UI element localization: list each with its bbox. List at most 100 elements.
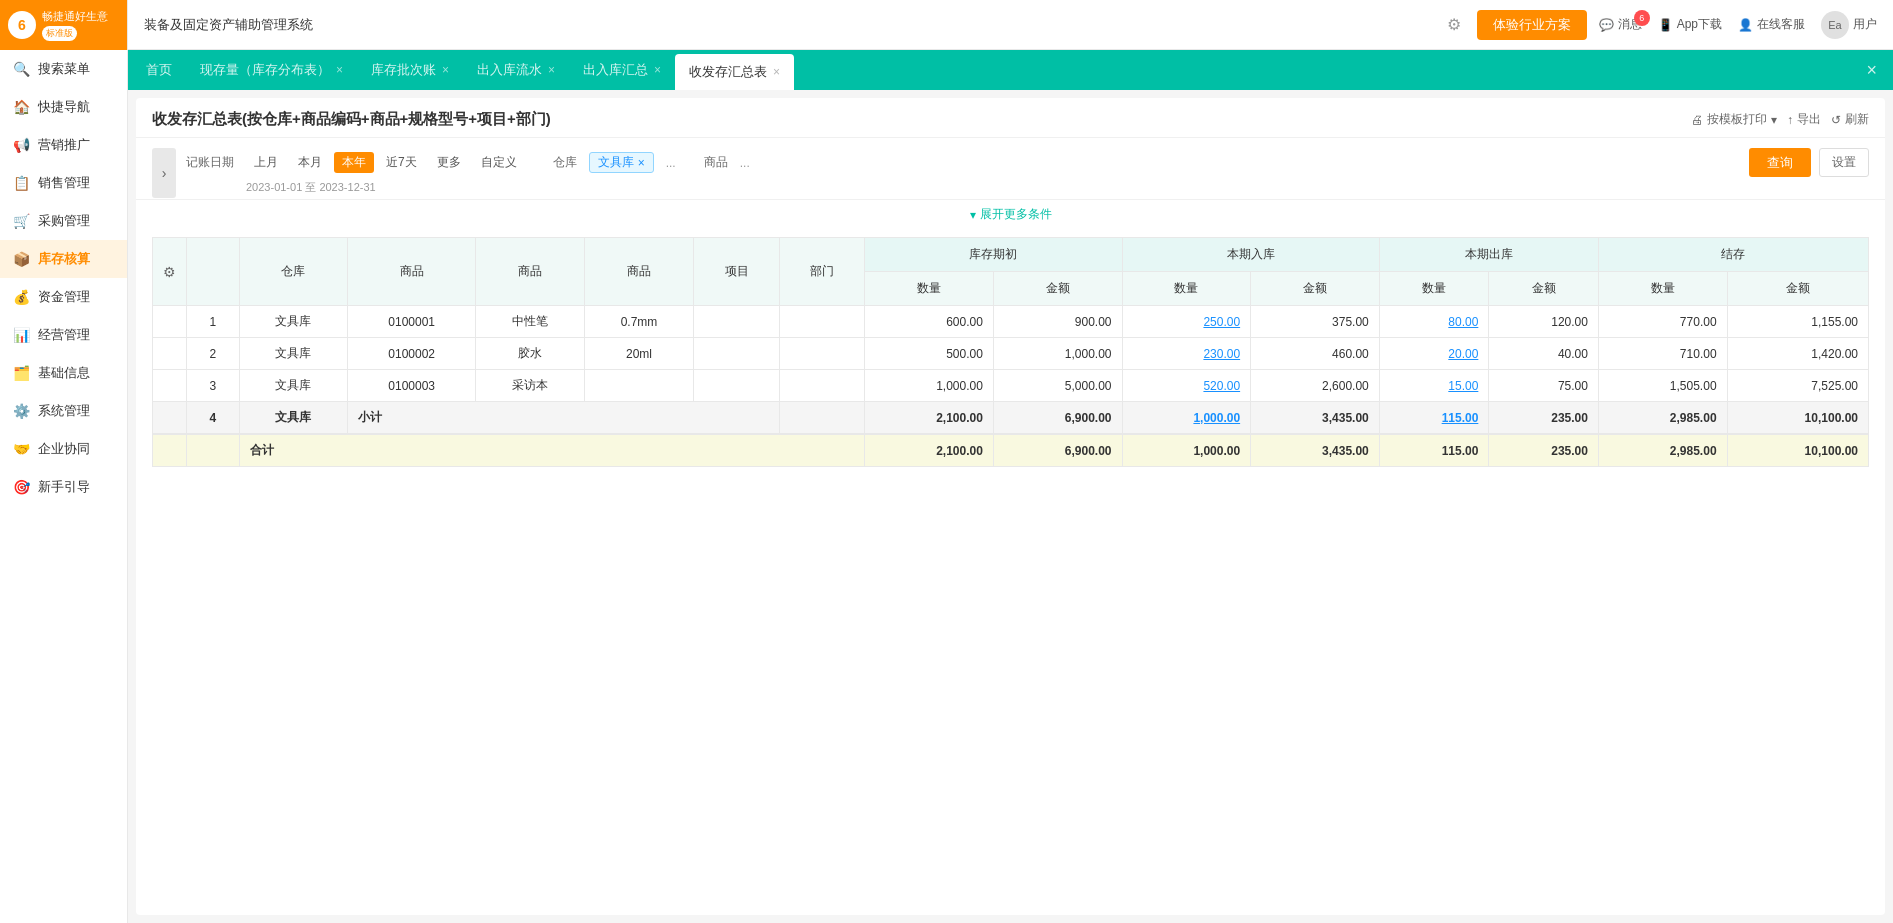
row-in-qty[interactable]: 250.00 [1122, 306, 1251, 338]
row-out-qty[interactable]: 20.00 [1379, 338, 1489, 370]
tab-batch_account[interactable]: 库存批次账× [357, 50, 463, 90]
date-btn-本月[interactable]: 本月 [290, 152, 330, 173]
trial-button[interactable]: 体验行业方案 [1477, 10, 1587, 40]
system-name: 装备及固定资产辅助管理系统 [144, 16, 1431, 34]
tab-close-inout_summary[interactable]: × [654, 63, 661, 77]
tab-inout_summary[interactable]: 出入库汇总× [569, 50, 675, 90]
refresh-button[interactable]: ↺ 刷新 [1831, 111, 1869, 128]
tab-close-receipt_summary[interactable]: × [773, 65, 780, 79]
sales-icon: 📋 [12, 174, 30, 192]
sidebar-item-enterprise[interactable]: 🤝 企业协同 [0, 430, 127, 468]
page-inner: 收发存汇总表(按仓库+商品编码+商品+规格型号+项目+部门) 🖨 按模板打印 ▾… [136, 98, 1885, 915]
date-btn-本年[interactable]: 本年 [334, 152, 374, 173]
sidebar-item-sales[interactable]: 📋 销售管理 [0, 164, 127, 202]
row-in-amt: 460.00 [1251, 338, 1380, 370]
row-code: 0100001 [347, 306, 476, 338]
sidebar-item-system[interactable]: ⚙️ 系统管理 [0, 392, 127, 430]
print-button[interactable]: 🖨 按模板打印 ▾ [1691, 111, 1777, 128]
sidebar-item-marketing[interactable]: 📢 营销推广 [0, 126, 127, 164]
sidebar-item-quick_nav[interactable]: 🏠 快捷导航 [0, 88, 127, 126]
marketing-icon: 📢 [12, 136, 30, 154]
export-button[interactable]: ↑ 导出 [1787, 111, 1821, 128]
sidebar-item-finance[interactable]: 💰 资金管理 [0, 278, 127, 316]
row-code: 0100002 [347, 338, 476, 370]
date-btn-自定义[interactable]: 自定义 [473, 152, 525, 173]
sub-dept [779, 402, 864, 435]
tab-close-inout_flow[interactable]: × [548, 63, 555, 77]
col-dept-header: 部门 [779, 238, 864, 306]
row-settings[interactable] [153, 370, 187, 402]
total-out-qty: 115.00 [1379, 434, 1489, 467]
warehouse-tag[interactable]: 文具库 × [589, 152, 654, 173]
gear-icon[interactable]: ⚙ [1443, 11, 1465, 38]
total-in-amt: 3,435.00 [1251, 434, 1380, 467]
sidebar-item-search[interactable]: 🔍 搜索菜单 [0, 50, 127, 88]
sub-out-qty[interactable]: 115.00 [1379, 402, 1489, 435]
settings-button[interactable]: 设置 [1819, 148, 1869, 177]
newbie-icon: 🎯 [12, 478, 30, 496]
col-out-group: 本期出库 [1379, 238, 1598, 272]
row-in-qty[interactable]: 230.00 [1122, 338, 1251, 370]
filter-toggle[interactable]: › [152, 148, 176, 198]
sidebar-item-inventory[interactable]: 📦 库存核算 [0, 240, 127, 278]
messages-button[interactable]: 💬 消息 6 [1599, 16, 1642, 33]
page-header: 收发存汇总表(按仓库+商品编码+商品+规格型号+项目+部门) 🖨 按模板打印 ▾… [136, 98, 1885, 138]
goods-more[interactable]: ... [740, 156, 750, 170]
system-icon: ⚙️ [12, 402, 30, 420]
sidebar-item-newbie[interactable]: 🎯 新手引导 [0, 468, 127, 506]
sidebar-item-operations[interactable]: 📊 经营管理 [0, 316, 127, 354]
sub-opening-qty: 2,100.00 [865, 402, 994, 435]
user-menu[interactable]: Ea 用户 [1821, 11, 1877, 39]
warehouse-more[interactable]: ... [666, 156, 676, 170]
row-out-qty[interactable]: 15.00 [1379, 370, 1489, 402]
row-project [694, 370, 779, 402]
data-table: ⚙ 仓库 商品 商品 商品 项目 部门 库存期初 本期入库 本期出库 [152, 237, 1869, 467]
app-download-button[interactable]: 📱 App下载 [1658, 16, 1722, 33]
export-label: 导出 [1797, 111, 1821, 128]
row-spec: 20ml [584, 338, 694, 370]
page-content: 收发存汇总表(按仓库+商品编码+商品+规格型号+项目+部门) 🖨 按模板打印 ▾… [128, 90, 1893, 923]
inventory-icon: 📦 [12, 250, 30, 268]
tab-receipt_summary[interactable]: 收发存汇总表 × [675, 54, 794, 90]
print-label: 按模板打印 [1707, 111, 1767, 128]
table-row: 3 文具库 0100003 采访本 1,000.00 5,000.00 520.… [153, 370, 1869, 402]
tab-home[interactable]: 首页 [132, 50, 186, 90]
tab-close-batch_account[interactable]: × [442, 63, 449, 77]
row-settings[interactable] [153, 306, 187, 338]
sub-in-qty[interactable]: 1,000.00 [1122, 402, 1251, 435]
date-btn-上月[interactable]: 上月 [246, 152, 286, 173]
row-in-qty[interactable]: 520.00 [1122, 370, 1251, 402]
date-btn-更多[interactable]: 更多 [429, 152, 469, 173]
tab-label-receipt_summary: 收发存汇总表 [689, 63, 767, 81]
date-filter-label: 记账日期 [186, 154, 234, 171]
expand-more-row[interactable]: ▾ 展开更多条件 [136, 199, 1885, 229]
warehouse-tag-close[interactable]: × [638, 156, 645, 170]
app-name: 畅捷通好生意 [42, 9, 108, 24]
row-out-qty[interactable]: 80.00 [1379, 306, 1489, 338]
print-dropdown-icon: ▾ [1771, 113, 1777, 127]
sidebar-item-basic_info[interactable]: 🗂️ 基础信息 [0, 354, 127, 392]
tab-bar-close[interactable]: × [1854, 60, 1889, 81]
table-settings-icon[interactable]: ⚙ [163, 264, 176, 280]
tab-inventory_dist[interactable]: 现存量（库存分布表）× [186, 50, 357, 90]
app-download-label: App下载 [1677, 16, 1722, 33]
tab-label-home: 首页 [146, 61, 172, 79]
row-settings[interactable] [153, 338, 187, 370]
date-btn-近7天[interactable]: 近7天 [378, 152, 425, 173]
tab-inout_flow[interactable]: 出入库流水× [463, 50, 569, 90]
sidebar-item-purchase[interactable]: 🛒 采购管理 [0, 202, 127, 240]
tab-close-inventory_dist[interactable]: × [336, 63, 343, 77]
header-right-actions: 💬 消息 6 📱 App下载 👤 在线客服 Ea 用户 [1599, 11, 1877, 39]
date-buttons: 上月本月本年近7天更多自定义 [246, 152, 525, 173]
sidebar-item-label-finance: 资金管理 [38, 288, 90, 306]
row-out-amt: 120.00 [1489, 306, 1599, 338]
basic_info-icon: 🗂️ [12, 364, 30, 382]
row-balance-amt: 7,525.00 [1727, 370, 1868, 402]
query-button[interactable]: 查询 [1749, 148, 1811, 177]
print-icon: 🖨 [1691, 113, 1703, 127]
col-project-header: 项目 [694, 238, 779, 306]
row-warehouse: 文具库 [239, 306, 347, 338]
online-service-button[interactable]: 👤 在线客服 [1738, 16, 1805, 33]
row-opening-qty: 500.00 [865, 338, 994, 370]
row-spec [584, 370, 694, 402]
